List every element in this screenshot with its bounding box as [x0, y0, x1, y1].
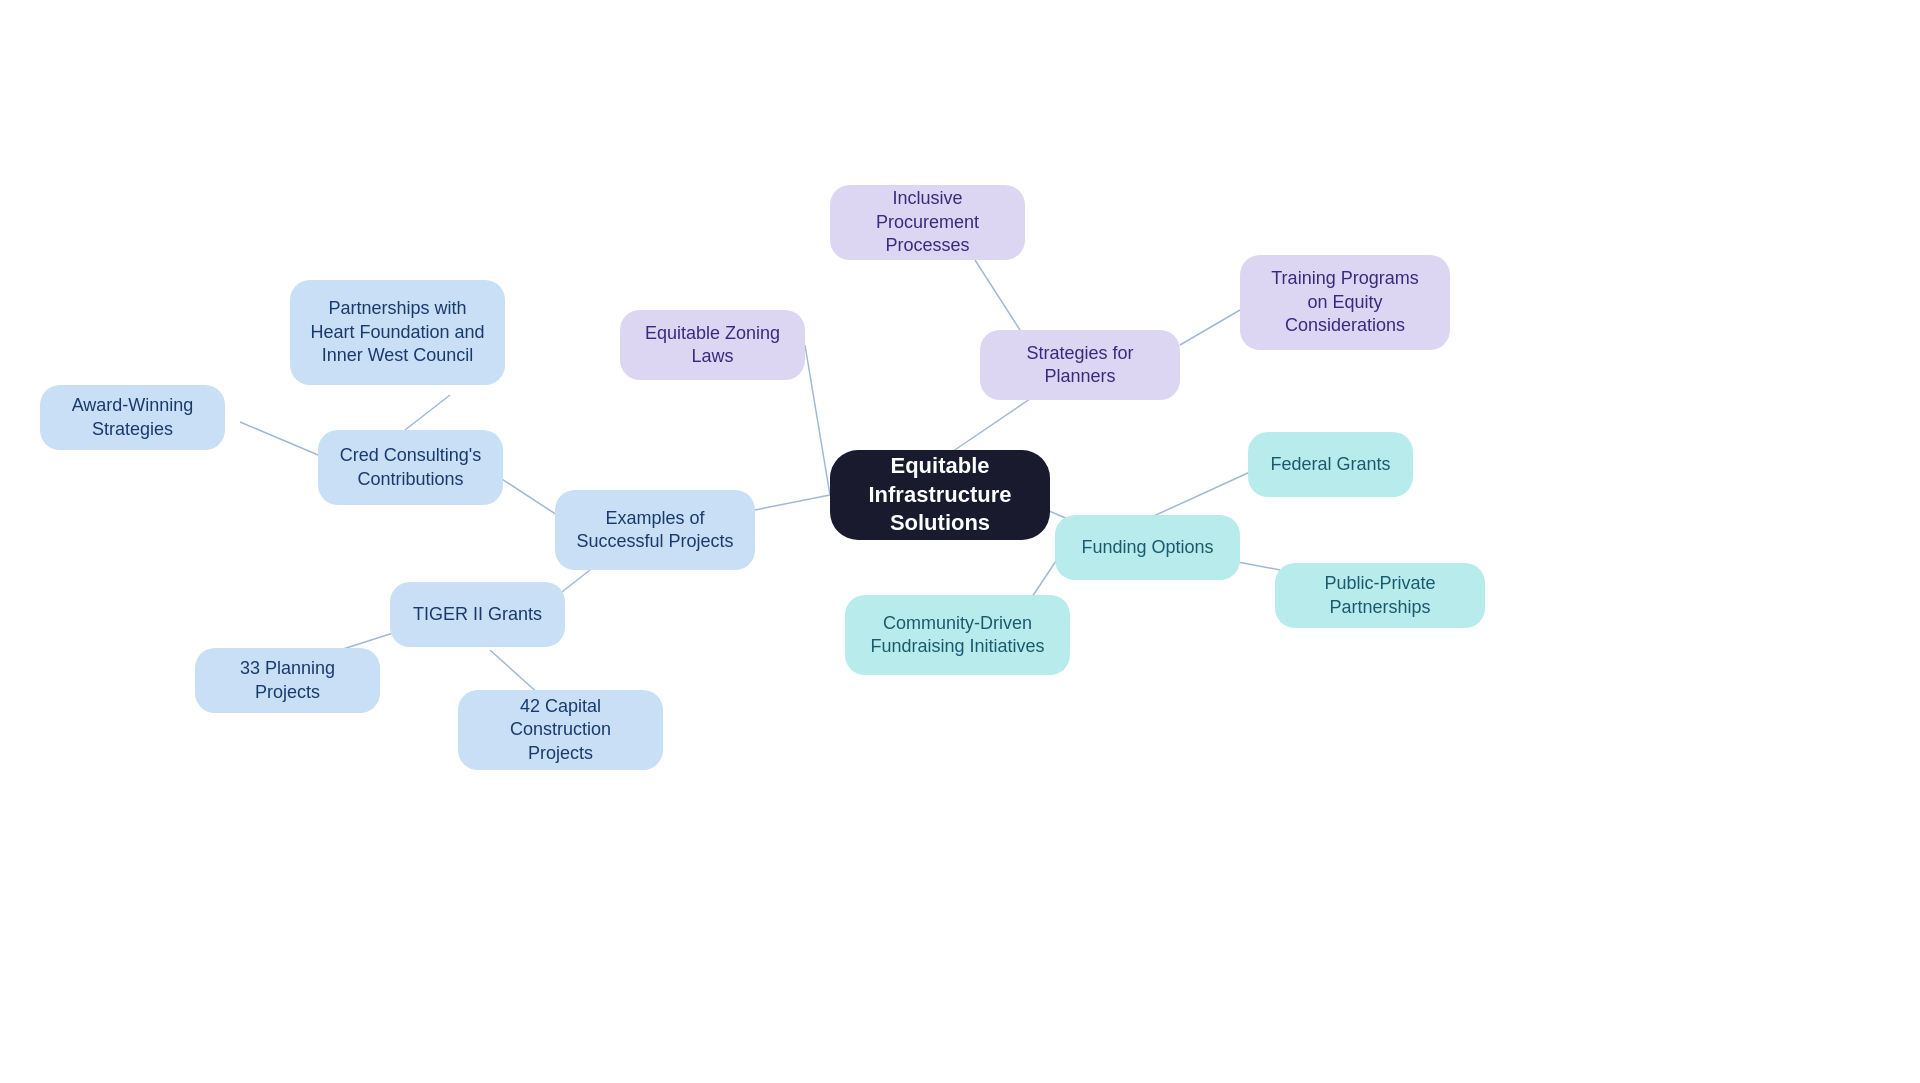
inclusive-procurement-node: Inclusive Procurement Processes: [830, 185, 1025, 260]
capital-construction-node: 42 Capital Construction Projects: [458, 690, 663, 770]
planning-projects-node: 33 Planning Projects: [195, 648, 380, 713]
svg-line-3: [1180, 310, 1240, 345]
svg-line-0: [805, 345, 830, 495]
svg-line-6: [405, 395, 450, 430]
federal-grants-node: Federal Grants: [1248, 432, 1413, 497]
funding-options-node: Funding Options: [1055, 515, 1240, 580]
center-node: Equitable Infrastructure Solutions: [830, 450, 1050, 540]
examples-successful-node: Examples of Successful Projects: [555, 490, 755, 570]
equitable-zoning-node: Equitable Zoning Laws: [620, 310, 805, 380]
training-programs-node: Training Programs on Equity Consideratio…: [1240, 255, 1450, 350]
svg-line-12: [1145, 472, 1250, 520]
community-fundraising-node: Community-Driven Fundraising Initiatives: [845, 595, 1070, 675]
tiger-grants-node: TIGER II Grants: [390, 582, 565, 647]
svg-line-10: [490, 650, 540, 695]
cred-consulting-node: Cred Consulting's Contributions: [318, 430, 503, 505]
svg-line-2: [975, 260, 1020, 330]
public-private-node: Public-Private Partnerships: [1275, 563, 1485, 628]
strategies-planners-node: Strategies for Planners: [980, 330, 1180, 400]
partnerships-node: Partnerships with Heart Foundation and I…: [290, 280, 505, 385]
svg-line-7: [240, 422, 330, 460]
award-winning-node: Award-Winning Strategies: [40, 385, 225, 450]
